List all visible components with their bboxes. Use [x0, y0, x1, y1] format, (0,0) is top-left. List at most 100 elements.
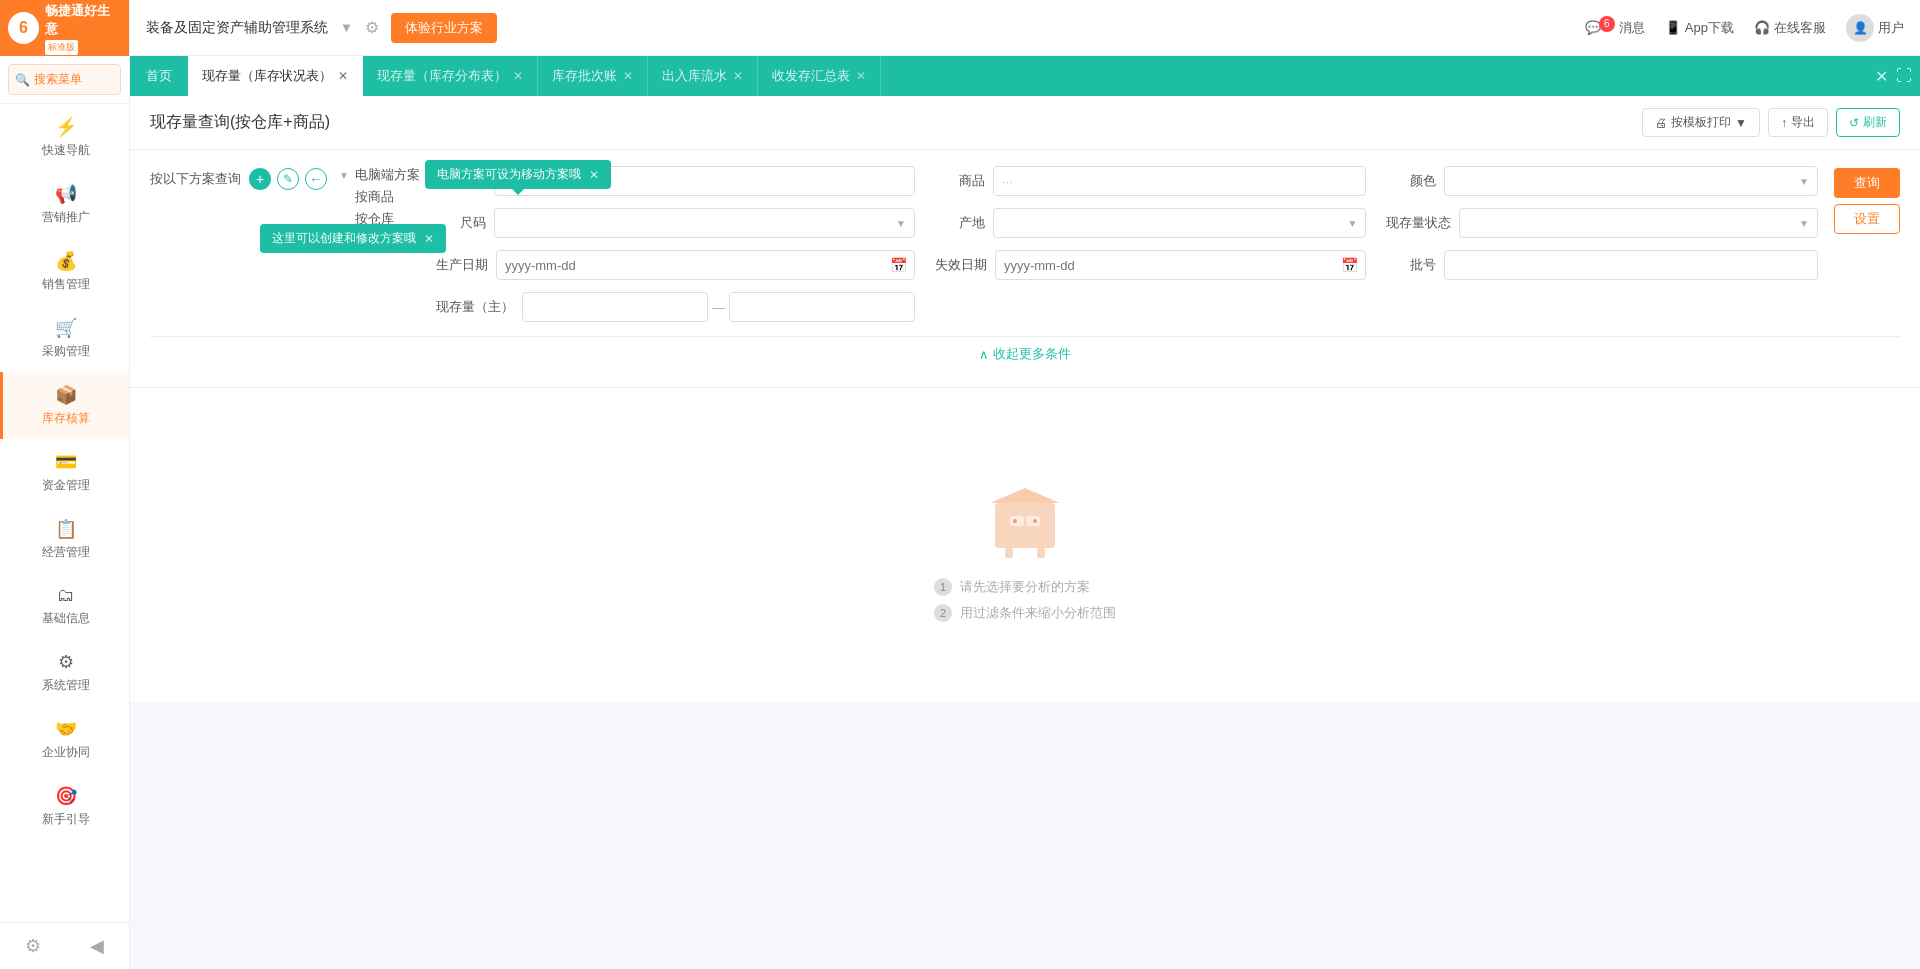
empty-tip-1: 1 请先选择要分析的方案 [934, 578, 1116, 596]
experience-button[interactable]: 体验行业方案 [391, 13, 497, 43]
tabs-bar: 首页 现存量（库存状况表） ✕ 现存量（库存分布表） ✕ 库存批次账 ✕ 出入库… [130, 56, 1920, 96]
tabs-right-controls: ✕ ⛶ [1875, 67, 1920, 86]
search-button[interactable]: 查询 [1834, 168, 1900, 198]
tab-receive-summary[interactable]: 收发存汇总表 ✕ [758, 56, 881, 96]
filter-field-goods: 商品 ··· [935, 166, 1367, 196]
settings-footer-icon[interactable]: ⚙ [25, 935, 41, 957]
page-title: 现存量查询(按仓库+商品) [150, 112, 330, 133]
set-button[interactable]: 设置 [1834, 204, 1900, 234]
sidebar-item-guide[interactable]: 🎯 新手引导 [0, 773, 129, 840]
stock-status-select[interactable]: ▼ [1459, 208, 1818, 238]
tip-num-2: 2 [934, 604, 952, 622]
expire-date-calendar-icon[interactable]: 📅 [1341, 257, 1358, 273]
create-tooltip-popup: 这里可以创建和修改方案哦 ✕ [260, 224, 446, 253]
phone-icon: 📱 [1665, 20, 1681, 35]
print-template-button[interactable]: 🖨 按模板打印 ▼ [1642, 108, 1760, 137]
goods-select[interactable]: ··· [993, 166, 1367, 196]
system-icon: ⚙ [58, 651, 74, 673]
tab-close-icon-4[interactable]: ✕ [856, 69, 866, 83]
add-scheme-button[interactable]: + [249, 168, 271, 190]
online-service-action[interactable]: 🎧 在线客服 [1754, 19, 1826, 37]
sidebar-item-finance[interactable]: 💳 资金管理 [0, 439, 129, 506]
search-menu-button[interactable]: 🔍 搜索菜单 [8, 64, 121, 95]
edit-scheme-button[interactable]: ✎ [277, 168, 299, 190]
prod-date-calendar-icon[interactable]: 📅 [890, 257, 907, 273]
color-select[interactable]: ▼ [1444, 166, 1818, 196]
size-select[interactable]: ▼ [494, 208, 915, 238]
create-tooltip-close[interactable]: ✕ [424, 232, 434, 246]
collapse-icon: ∧ [979, 347, 989, 362]
print-icon: 🖨 [1655, 116, 1667, 130]
collapse-sidebar-icon[interactable]: ◀ [90, 935, 104, 957]
system-dropdown-icon[interactable]: ▼ [340, 20, 353, 35]
tip-num-1: 1 [934, 578, 952, 596]
page-actions: 🖨 按模板打印 ▼ ↑ 导出 ↺ 刷新 [1642, 108, 1900, 137]
operations-icon: 📋 [55, 518, 77, 540]
tab-close-icon-2[interactable]: ✕ [623, 69, 633, 83]
tab-close-icon-1[interactable]: ✕ [513, 69, 523, 83]
sidebar-item-basic[interactable]: 🗂 基础信息 [0, 573, 129, 639]
notification-badge: 6 [1599, 16, 1615, 32]
sidebar-item-sales[interactable]: 💰 销售管理 [0, 238, 129, 305]
origin-select[interactable]: ▼ [993, 208, 1367, 238]
tab-inventory-dist[interactable]: 现存量（库存分布表） ✕ [363, 56, 538, 96]
stock-min-input[interactable] [522, 292, 708, 322]
tab-batch-account[interactable]: 库存批次账 ✕ [538, 56, 648, 96]
filter-field-batch-no: 批号 [1386, 250, 1818, 280]
guide-icon: 🎯 [55, 785, 77, 807]
empty-tips: 1 请先选择要分析的方案 2 用过滤条件来缩小分析范围 [934, 578, 1116, 622]
expire-date-input[interactable] [995, 250, 1367, 280]
tab-inventory-status[interactable]: 现存量（库存状况表） ✕ [188, 56, 363, 96]
svg-point-6 [1033, 519, 1037, 523]
origin-label: 产地 [935, 214, 985, 232]
sidebar-item-purchase[interactable]: 🛒 采购管理 [0, 305, 129, 372]
sidebar-item-enterprise[interactable]: 🤝 企业协同 [0, 706, 129, 773]
prod-date-label: 生产日期 [436, 256, 488, 274]
sidebar-item-quick-nav[interactable]: ⚡ 快速导航 [0, 104, 129, 171]
tab-inout-flow[interactable]: 出入库流水 ✕ [648, 56, 758, 96]
scheme-group-desktop[interactable]: ▼ 电脑端方案 [339, 166, 420, 184]
sidebar-item-inventory[interactable]: 📦 库存核算 [0, 372, 129, 439]
inventory-icon: 📦 [55, 384, 77, 406]
purchase-icon: 🛒 [55, 317, 77, 339]
collapse-more-button[interactable]: ∧ 收起更多条件 [150, 336, 1900, 371]
tab-close-icon-3[interactable]: ✕ [733, 69, 743, 83]
filter-field-origin: 产地 ▼ [935, 208, 1367, 238]
app-download-action[interactable]: 📱 App下载 [1665, 19, 1734, 37]
sidebar-item-operations[interactable]: 📋 经营管理 [0, 506, 129, 573]
close-all-tabs-icon[interactable]: ✕ [1875, 67, 1888, 86]
user-action[interactable]: 👤 用户 [1846, 14, 1904, 42]
expand-arrow-desktop: ▼ [339, 170, 349, 181]
filter-panel: 电脑方案可设为移动方案哦 ✕ 这里可以创建和修改方案哦 ✕ 按以下方案查询 + … [130, 150, 1920, 388]
notification-action[interactable]: 💬 6 消息 [1585, 19, 1645, 37]
svg-rect-3 [1005, 548, 1013, 558]
scheme-child-0[interactable]: 按商品 [355, 186, 420, 208]
batch-no-input[interactable] [1444, 250, 1818, 280]
filter-field-prod-date: 生产日期 📅 [436, 250, 915, 280]
prod-date-input[interactable] [496, 250, 915, 280]
sidebar-item-system[interactable]: ⚙ 系统管理 [0, 639, 129, 706]
stock-max-input[interactable] [729, 292, 915, 322]
back-scheme-button[interactable]: ← [305, 168, 327, 190]
filter-field-color: 颜色 ▼ [1386, 166, 1818, 196]
stock-qty-range: — [522, 292, 915, 322]
header-settings-icon[interactable]: ⚙ [365, 18, 379, 37]
tab-home[interactable]: 首页 [130, 67, 188, 85]
sidebar-search[interactable]: 🔍 搜索菜单 [0, 56, 129, 104]
expire-date-label: 失效日期 [935, 256, 987, 274]
filter-field-expire-date: 失效日期 📅 [935, 250, 1367, 280]
export-icon: ↑ [1781, 116, 1787, 130]
refresh-button[interactable]: ↺ 刷新 [1836, 108, 1900, 137]
empty-state: 1 请先选择要分析的方案 2 用过滤条件来缩小分析范围 [130, 388, 1920, 702]
export-button[interactable]: ↑ 导出 [1768, 108, 1828, 137]
sidebar-item-marketing[interactable]: 📢 营销推广 [0, 171, 129, 238]
filter-field-size: 尺码 ▼ [436, 208, 915, 238]
scheme-tooltip-close[interactable]: ✕ [589, 168, 599, 182]
search-icon: 🔍 [15, 73, 30, 87]
page-content: 现存量查询(按仓库+商品) 🖨 按模板打印 ▼ ↑ 导出 ↺ 刷新 [130, 96, 1920, 969]
maximize-icon[interactable]: ⛶ [1896, 67, 1912, 85]
tab-close-icon-0[interactable]: ✕ [338, 69, 348, 83]
origin-arrow-icon: ▼ [1348, 218, 1358, 229]
range-separator: — [712, 300, 725, 315]
empty-tip-2: 2 用过滤条件来缩小分析范围 [934, 604, 1116, 622]
